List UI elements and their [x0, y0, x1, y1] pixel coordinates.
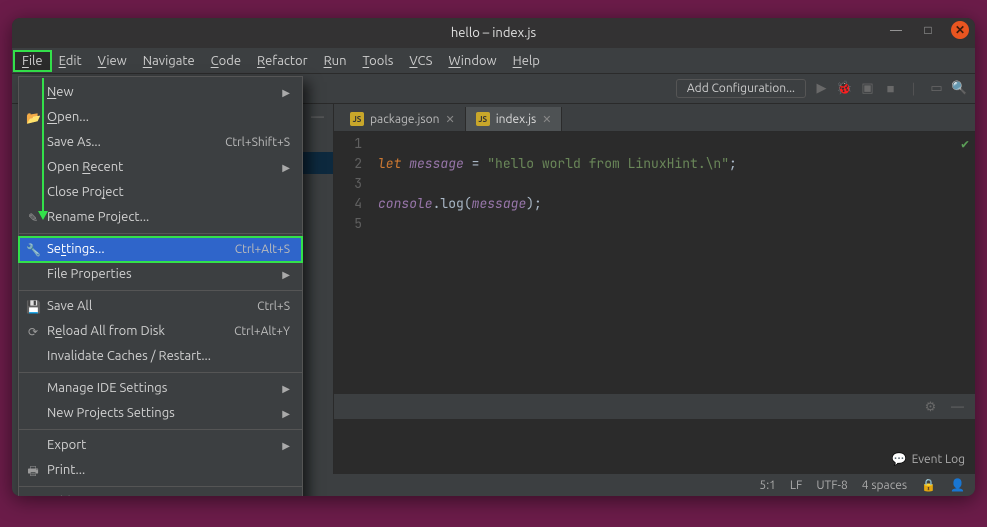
reload-icon: ⟳: [26, 323, 40, 342]
minimize-button[interactable]: —: [887, 24, 905, 37]
tab-index-js[interactable]: JSindex.js✕: [466, 107, 563, 131]
collapse-icon[interactable]: —: [310, 110, 325, 125]
ide-window: hello – index.js — □ ✕ FileEditViewNavig…: [12, 18, 975, 496]
tool-window-header: ⚙ —: [334, 395, 975, 419]
menu-item-print[interactable]: 🖶Print...: [19, 458, 302, 483]
menu-item-export[interactable]: Export ▶: [19, 433, 302, 458]
menu-file[interactable]: File: [14, 51, 51, 71]
menu-item-reload-all-from-disk[interactable]: ⟳Reload All from DiskCtrl+Alt+Y: [19, 319, 302, 344]
menu-code[interactable]: Code: [203, 51, 249, 71]
string: "hello world from LinuxHint.\n": [487, 155, 729, 172]
line-ending[interactable]: LF: [790, 479, 802, 492]
maximize-button[interactable]: □: [919, 23, 937, 37]
gear-icon[interactable]: ⚙: [923, 400, 938, 415]
menu-vcs[interactable]: VCS: [401, 51, 440, 71]
stop-icon[interactable]: ■: [883, 81, 898, 96]
separator-icon: |: [906, 81, 921, 96]
open-icon: 📂: [26, 109, 40, 128]
tool-window: ⚙ —: [334, 394, 975, 474]
js-icon: JS: [476, 112, 490, 126]
menu-item-new-projects-settings[interactable]: New Projects Settings ▶: [19, 401, 302, 426]
close-tab-icon[interactable]: ✕: [445, 113, 454, 126]
titlebar: hello – index.js — □ ✕: [12, 18, 975, 48]
window-controls: — □ ✕: [887, 21, 969, 39]
close-button[interactable]: ✕: [951, 21, 969, 39]
menu-run[interactable]: Run: [316, 51, 355, 71]
debug-icon[interactable]: 🐞: [837, 81, 852, 96]
menu-item-settings[interactable]: 🔧Settings...Ctrl+Alt+S: [19, 237, 302, 262]
menu-edit[interactable]: Edit: [51, 51, 90, 71]
save-icon: 💾: [26, 298, 40, 317]
menu-window[interactable]: Window: [440, 51, 504, 71]
event-log-button[interactable]: 💬 Event Log: [892, 452, 965, 466]
line-gutter: 12345: [334, 132, 370, 394]
encoding[interactable]: UTF-8: [816, 479, 847, 492]
menu-tools[interactable]: Tools: [355, 51, 402, 71]
search-icon[interactable]: 🔍: [952, 81, 967, 96]
menu-item-open-recent[interactable]: Open Recent ▶: [19, 155, 302, 180]
window-title: hello – index.js: [451, 26, 536, 40]
menu-refactor[interactable]: Refactor: [249, 51, 316, 71]
check-icon: ✔: [961, 134, 969, 154]
code-editor[interactable]: 12345 let message = "hello world from Li…: [334, 132, 975, 394]
file-menu-dropdown: New ▶📂Open...Save As...Ctrl+Shift+SOpen …: [18, 76, 303, 496]
menu-item-manage-ide-settings[interactable]: Manage IDE Settings ▶: [19, 376, 302, 401]
console-icon[interactable]: ▭: [929, 81, 944, 96]
editor-panel: JSpackage.json✕JSindex.js✕ 12345 let mes…: [334, 104, 975, 474]
annotation-arrow: [42, 78, 44, 218]
keyword: let: [378, 155, 409, 172]
menu-item-open[interactable]: 📂Open...: [19, 105, 302, 130]
menu-item-save-as[interactable]: Save As...Ctrl+Shift+S: [19, 130, 302, 155]
balloon-icon: 💬: [892, 452, 907, 466]
menu-navigate[interactable]: Navigate: [135, 51, 203, 71]
print-icon: 🖶: [26, 462, 40, 481]
js-icon: JS: [350, 112, 364, 126]
menu-item-new[interactable]: New ▶: [19, 80, 302, 105]
toolbar-right: Add Configuration... ▶ 🐞 ▣ ■ | ▭ 🔍: [676, 79, 967, 98]
cursor-position[interactable]: 5:1: [759, 479, 776, 492]
menu-item-add-to-favorites[interactable]: Add to Favorites ▶: [19, 490, 302, 496]
menu-item-save-all[interactable]: 💾Save AllCtrl+S: [19, 294, 302, 319]
close-tab-icon[interactable]: ✕: [542, 113, 551, 126]
tab-package-json[interactable]: JSpackage.json✕: [340, 107, 466, 131]
inspector-icon[interactable]: 👤: [950, 478, 965, 492]
hide-icon[interactable]: —: [950, 400, 965, 415]
code-text[interactable]: let message = "hello world from LinuxHin…: [370, 132, 975, 394]
menu-item-invalidate-caches-restart[interactable]: Invalidate Caches / Restart...: [19, 344, 302, 369]
menubar: FileEditViewNavigateCodeRefactorRunTools…: [12, 48, 975, 74]
wrench-icon: 🔧: [26, 241, 40, 260]
menu-view[interactable]: View: [90, 51, 135, 71]
coverage-icon[interactable]: ▣: [860, 81, 875, 96]
editor-tabs: JSpackage.json✕JSindex.js✕: [334, 104, 975, 132]
menu-help[interactable]: Help: [505, 51, 548, 71]
indent[interactable]: 4 spaces: [862, 479, 907, 492]
add-configuration-button[interactable]: Add Configuration...: [676, 79, 806, 98]
run-icon[interactable]: ▶: [814, 81, 829, 96]
identifier: message: [409, 155, 464, 172]
menu-item-rename-project[interactable]: ✎Rename Project...: [19, 205, 302, 230]
menu-item-file-properties[interactable]: File Properties ▶: [19, 262, 302, 287]
menu-item-close-project[interactable]: Close Project: [19, 180, 302, 205]
lock-icon[interactable]: 🔒: [921, 478, 936, 492]
